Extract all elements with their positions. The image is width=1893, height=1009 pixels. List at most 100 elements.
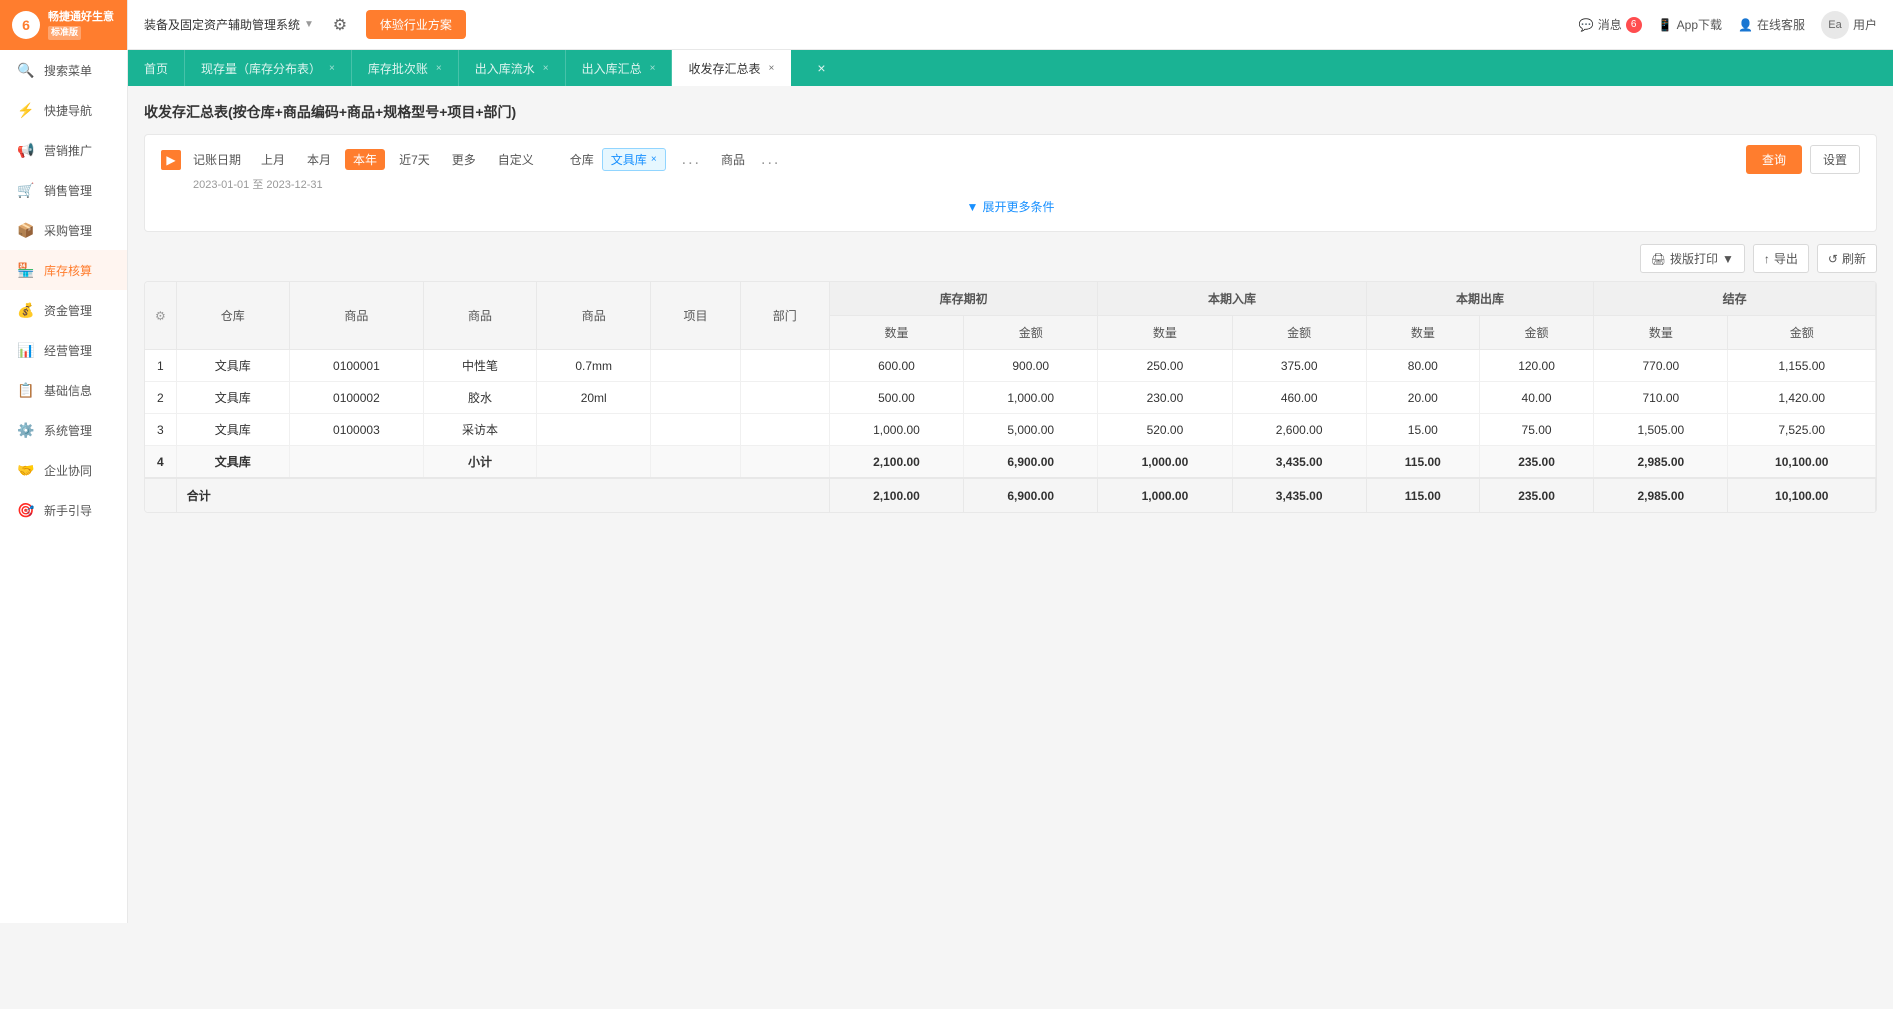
in-qty-link-0[interactable]: 250.00: [1147, 359, 1184, 373]
tab-item-4[interactable]: 出入库汇总×: [566, 50, 673, 86]
sidebar-item-inventory[interactable]: 🏪 库存核算: [0, 250, 127, 290]
sidebar-item-finance[interactable]: 💰 资金管理: [0, 290, 127, 330]
export-label: 导出: [1774, 250, 1798, 267]
row-sa-2: 5,000.00: [964, 414, 1098, 446]
out-qty-link-1[interactable]: 20.00: [1408, 391, 1438, 405]
in-qty-link-2[interactable]: 520.00: [1147, 423, 1184, 437]
tab-item-1[interactable]: 现存量（库存分布表） ×: [185, 50, 352, 86]
row-sq-2: 1,000.00: [829, 414, 963, 446]
warehouse-tag[interactable]: 文具库 ×: [602, 148, 666, 171]
col-balance-header: 结存: [1594, 282, 1876, 316]
date-option-本年[interactable]: 本年: [345, 149, 385, 170]
col-start-amt: 金额: [964, 316, 1098, 350]
row-sa-1: 1,000.00: [964, 382, 1098, 414]
col-bal-qty: 数量: [1594, 316, 1728, 350]
sidebar-item-marketing[interactable]: 📢 营销推广: [0, 130, 127, 170]
row-code-0: 0100001: [289, 350, 423, 382]
app-download-button[interactable]: 📱 App下载: [1658, 16, 1722, 33]
app-title[interactable]: 装备及固定资产辅助管理系统 ▼: [144, 16, 314, 33]
sidebar-label-purchase: 采购管理: [44, 222, 92, 239]
tab-bar-close[interactable]: ×: [807, 60, 835, 76]
header-left: 装备及固定资产辅助管理系统 ▼ ⚙ 体验行业方案: [144, 10, 466, 39]
footer-total-label: 合计: [176, 478, 829, 512]
online-service-button[interactable]: 👤 在线客服: [1738, 16, 1805, 33]
table-row: 1 文具库 0100001 中性笔 0.7mm 600.00 900.00 25…: [145, 350, 1876, 382]
tab-item-5[interactable]: 收发存汇总表×: [672, 50, 791, 86]
row-no-2: 3: [145, 414, 176, 446]
goods-dots[interactable]: ...: [753, 151, 788, 169]
sidebar-icon-purchase: 📦: [16, 220, 36, 240]
warehouse-dots[interactable]: ...: [674, 151, 709, 169]
expand-button[interactable]: ▼ 展开更多条件: [967, 198, 1055, 215]
tab-close-1[interactable]: ×: [329, 63, 335, 74]
row-ba-1: 1,420.00: [1728, 382, 1876, 414]
date-option-近7天[interactable]: 近7天: [391, 149, 438, 170]
tab-close-5[interactable]: ×: [768, 63, 774, 74]
sidebar-icon-finance: 💰: [16, 300, 36, 320]
print-icon: 🖨: [1651, 252, 1666, 266]
tab-item-0[interactable]: 首页: [128, 50, 185, 86]
settings-button[interactable]: ⚙: [326, 11, 354, 39]
sidebar-item-system[interactable]: ⚙️ 系统管理: [0, 410, 127, 450]
sidebar-icon-operations: 📊: [16, 340, 36, 360]
tab-close-3[interactable]: ×: [543, 63, 549, 74]
col-in-qty: 数量: [1098, 316, 1232, 350]
sidebar-item-search[interactable]: 🔍 搜索菜单: [0, 50, 127, 90]
out-qty-link-2[interactable]: 15.00: [1408, 423, 1438, 437]
refresh-button[interactable]: ↺ 刷新: [1817, 244, 1877, 273]
row-ba-3: 10,100.00: [1728, 446, 1876, 479]
tab-close-2[interactable]: ×: [436, 63, 442, 74]
date-option-自定义[interactable]: 自定义: [490, 149, 542, 170]
row-iq-0: 250.00: [1098, 350, 1232, 382]
date-option-上月[interactable]: 上月: [253, 149, 293, 170]
filter-toggle-button[interactable]: ▶: [161, 150, 181, 170]
warehouse-filter: 仓库 文具库 × ...: [570, 148, 709, 171]
row-dept-1: [740, 382, 829, 414]
export-button[interactable]: ↑ 导出: [1753, 244, 1809, 273]
tab-label-1: 现存量（库存分布表）: [201, 60, 321, 77]
tab-close-4[interactable]: ×: [650, 63, 656, 74]
sidebar-item-purchase[interactable]: 📦 采购管理: [0, 210, 127, 250]
download-icon: 📱: [1658, 18, 1673, 32]
expand-icon: ▼: [967, 200, 979, 214]
date-option-更多[interactable]: 更多: [444, 149, 484, 170]
table-footer-row: 合计 2,100.00 6,900.00 1,000.00 3,435.00 1…: [145, 478, 1876, 512]
filter-section: ▶ 记账日期 上月本月本年近7天更多自定义 仓库 文具库 × ... 商品 ..…: [144, 134, 1877, 232]
message-button[interactable]: 💬 消息 6: [1579, 16, 1642, 33]
row-code-1: 0100002: [289, 382, 423, 414]
try-industry-button[interactable]: 体验行业方案: [366, 10, 466, 39]
row-sa-0: 900.00: [964, 350, 1098, 382]
row-bq-1: 710.00: [1594, 382, 1728, 414]
table-settings-icon[interactable]: ⚙: [155, 309, 166, 323]
footer-oa: 235.00: [1479, 478, 1593, 512]
date-option-本月[interactable]: 本月: [299, 149, 339, 170]
sidebar-item-operations[interactable]: 📊 经营管理: [0, 330, 127, 370]
in-qty-link-1[interactable]: 230.00: [1147, 391, 1184, 405]
dropdown-arrow: ▼: [304, 19, 314, 30]
user-label: 用户: [1853, 16, 1877, 33]
filter-settings-button[interactable]: 设置: [1810, 145, 1860, 174]
tab-item-2[interactable]: 库存批次账×: [352, 50, 459, 86]
out-qty-link-0[interactable]: 80.00: [1408, 359, 1438, 373]
query-button[interactable]: 查询: [1746, 145, 1802, 174]
col-out-header: 本期出库: [1366, 282, 1593, 316]
sidebar-item-quick-nav[interactable]: ⚡ 快捷导航: [0, 90, 127, 130]
print-button[interactable]: 🖨 拨版打印 ▼: [1640, 244, 1745, 273]
in-qty-link-3[interactable]: 1,000.00: [1142, 455, 1189, 469]
warehouse-tag-close[interactable]: ×: [651, 154, 657, 165]
sidebar-label-inventory: 库存核算: [44, 262, 92, 279]
sidebar-item-guide[interactable]: 🎯 新手引导: [0, 490, 127, 530]
sidebar-item-enterprise[interactable]: 🤝 企业协同: [0, 450, 127, 490]
user-menu[interactable]: Ea 用户: [1821, 11, 1877, 39]
tab-item-3[interactable]: 出入库流水×: [459, 50, 566, 86]
system-title: 装备及固定资产辅助管理系统: [144, 16, 300, 33]
expand-row: ▼ 展开更多条件: [161, 192, 1860, 221]
sidebar-label-search: 搜索菜单: [44, 62, 92, 79]
row-sq-0: 600.00: [829, 350, 963, 382]
date-filter-label: 记账日期: [193, 151, 241, 168]
sidebar-item-sales[interactable]: 🛒 销售管理: [0, 170, 127, 210]
out-qty-link-3[interactable]: 115.00: [1405, 455, 1441, 469]
row-oq-0: 80.00: [1366, 350, 1479, 382]
row-sq-1: 500.00: [829, 382, 963, 414]
sidebar-item-basic-info[interactable]: 📋 基础信息: [0, 370, 127, 410]
